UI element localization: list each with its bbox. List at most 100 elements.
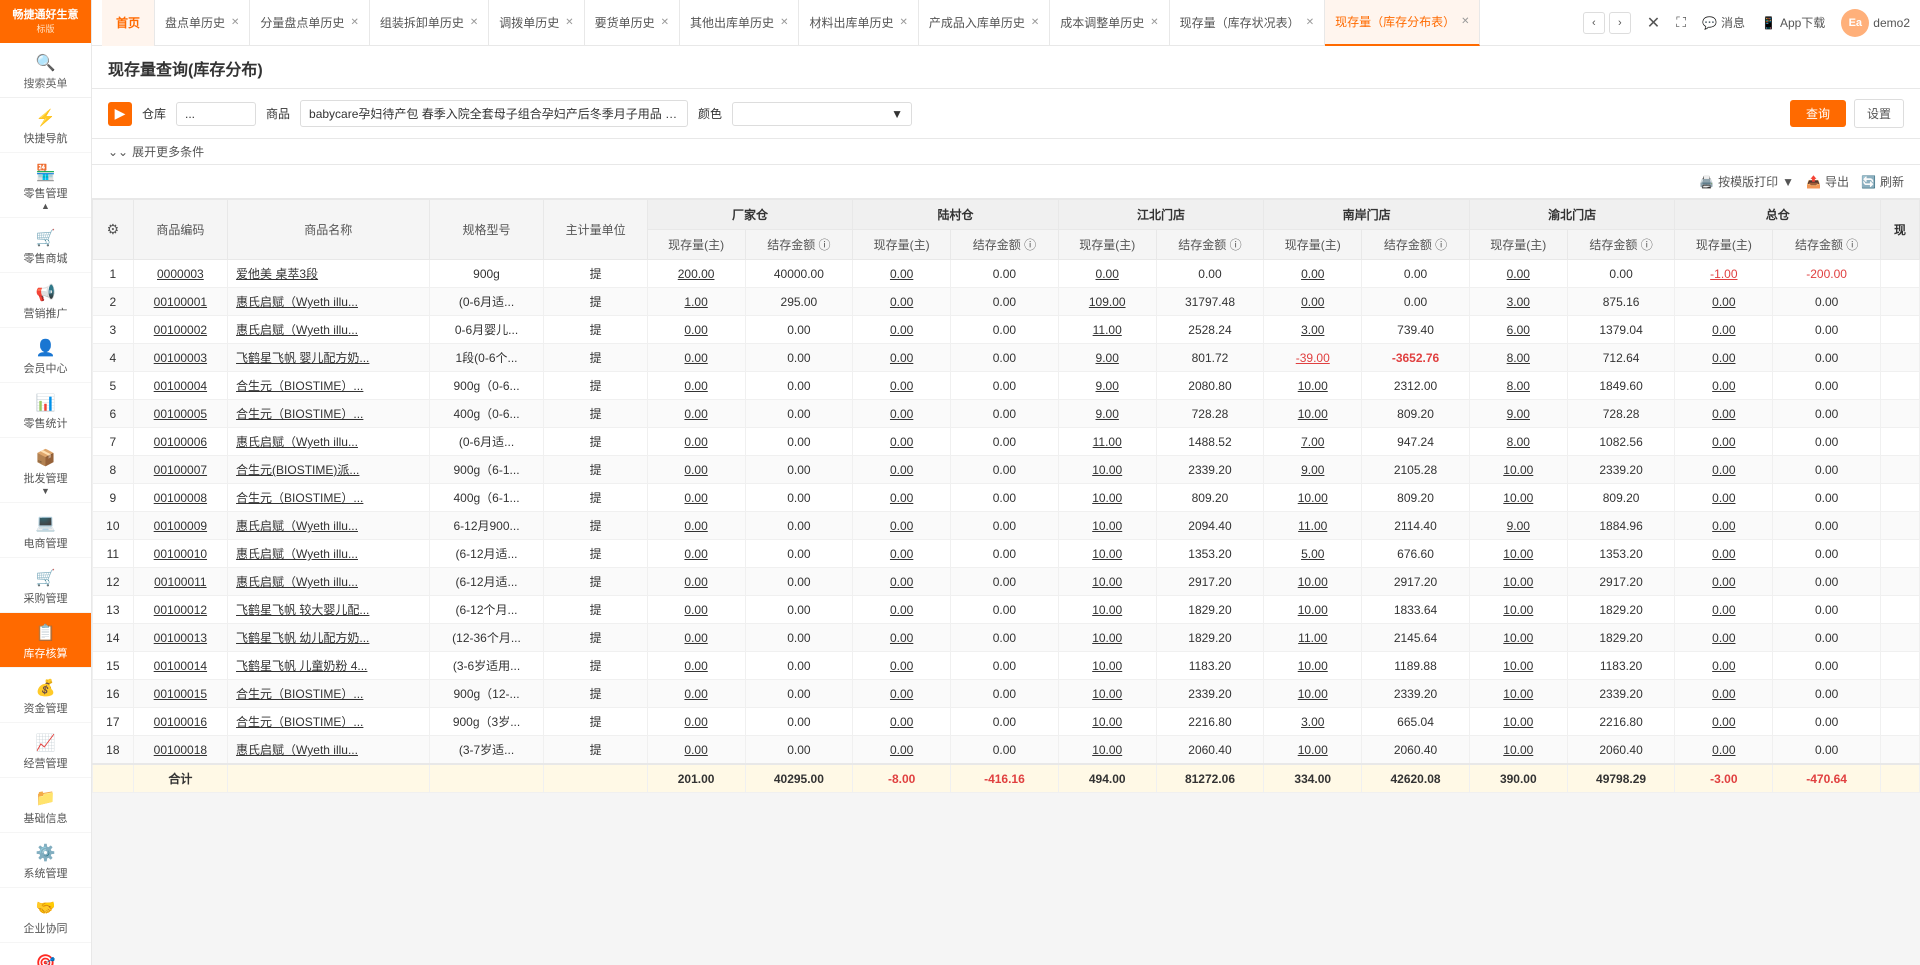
table-cell[interactable]: 0.00 [647,344,745,372]
sidebar-item-guide[interactable]: 🎯 新手引导 [0,943,91,965]
table-cell[interactable]: 0.00 [647,456,745,484]
table-cell[interactable]: 109.00 [1058,288,1156,316]
table-cell[interactable]: 00100003 [133,344,227,372]
table-cell[interactable]: 10.00 [1469,708,1567,736]
table-cell[interactable]: 8.00 [1469,344,1567,372]
table-cell[interactable]: 0.00 [1675,680,1773,708]
table-cell[interactable]: 惠氏启赋（Wyeth illu... [228,316,430,344]
tab-close-icon[interactable]: ✕ [470,17,478,28]
filter-expand-button[interactable]: ▶ [108,102,132,126]
table-cell[interactable]: 0.00 [1675,596,1773,624]
table-cell[interactable]: 00100004 [133,372,227,400]
table-cell[interactable]: 0.00 [853,736,951,765]
table-cell[interactable]: 11.00 [1058,316,1156,344]
table-cell[interactable]: 10.00 [1058,736,1156,765]
table-cell[interactable]: 0.00 [853,540,951,568]
app-download-button[interactable]: 📱 App下载 [1761,14,1825,31]
table-cell[interactable]: 合生元（BIOSTIME）... [228,372,430,400]
table-cell[interactable]: 00100001 [133,288,227,316]
tab-close-icon[interactable]: ✕ [565,17,573,28]
tab-requisition[interactable]: 要货单历史 ✕ [585,0,680,46]
table-cell[interactable]: 合生元（BIOSTIME）... [228,484,430,512]
table-cell[interactable]: -1.00 [1675,260,1773,288]
table-cell[interactable]: 0000003 [133,260,227,288]
table-cell[interactable]: 9.00 [1469,400,1567,428]
table-cell[interactable]: 合生元（BIOSTIME）... [228,708,430,736]
tab-product-inbound[interactable]: 产成品入库单历史 ✕ [919,0,1050,46]
table-cell[interactable]: 00100014 [133,652,227,680]
table-cell[interactable]: 飞鹤星飞帆 幼儿配方奶... [228,624,430,652]
table-cell[interactable]: 00100015 [133,680,227,708]
table-cell[interactable]: 0.00 [1264,260,1362,288]
sidebar-item-retail-mall[interactable]: 🛒 零售商城 [0,218,91,273]
table-cell[interactable]: 00100018 [133,736,227,765]
table-cell[interactable]: 10.00 [1058,568,1156,596]
table-cell[interactable]: 惠氏启赋（Wyeth illu... [228,428,430,456]
gear-icon[interactable]: ⚙ [107,221,120,237]
table-cell[interactable]: 10.00 [1264,736,1362,765]
table-cell[interactable]: 00100011 [133,568,227,596]
warehouse-input[interactable]: ... [176,102,256,126]
table-cell[interactable]: 惠氏启赋（Wyeth illu... [228,568,430,596]
table-cell[interactable]: 10.00 [1058,624,1156,652]
table-cell[interactable]: 10.00 [1264,568,1362,596]
table-cell[interactable]: 合生元（BIOSTIME）... [228,400,430,428]
sidebar-item-retail-mgmt[interactable]: 🏪 零售管理 ▲ [0,153,91,218]
table-cell[interactable]: 0.00 [853,596,951,624]
table-cell[interactable]: 0.00 [1675,624,1773,652]
table-cell[interactable]: 9.00 [1469,512,1567,540]
table-cell[interactable]: 10.00 [1469,624,1567,652]
sidebar-item-finance[interactable]: 💰 资金管理 [0,668,91,723]
table-cell[interactable]: 10.00 [1264,484,1362,512]
table-cell[interactable]: 3.00 [1469,288,1567,316]
tab-next-button[interactable]: › [1609,12,1631,34]
table-cell[interactable]: 9.00 [1264,456,1362,484]
table-cell[interactable]: 0.00 [1675,512,1773,540]
table-cell[interactable]: 10.00 [1264,372,1362,400]
table-cell[interactable]: 0.00 [647,316,745,344]
table-cell[interactable]: 00100007 [133,456,227,484]
tab-close-icon[interactable]: ✕ [231,17,239,28]
table-cell[interactable]: 10.00 [1469,456,1567,484]
sidebar-item-quick-nav[interactable]: ⚡ 快捷导航 [0,98,91,153]
tab-material-outbound[interactable]: 材料出库单历史 ✕ [799,0,918,46]
sidebar-item-inventory[interactable]: 📋 库存核算 [0,613,91,668]
table-cell[interactable]: 11.00 [1264,512,1362,540]
table-cell[interactable]: 11.00 [1058,428,1156,456]
tab-prev-button[interactable]: ‹ [1583,12,1605,34]
table-cell[interactable]: 合生元（BIOSTIME）... [228,680,430,708]
tab-close-icon[interactable]: ✕ [1150,17,1158,28]
setting-button[interactable]: 设置 [1854,99,1904,128]
table-cell[interactable]: 00100009 [133,512,227,540]
table-cell[interactable]: 10.00 [1058,512,1156,540]
tab-stock-status[interactable]: 现存量（库存状况表） ✕ [1170,0,1325,46]
table-cell[interactable]: 飞鹤星飞帆 婴儿配方奶... [228,344,430,372]
tab-close-icon[interactable]: ✕ [1461,16,1469,27]
table-cell[interactable]: 10.00 [1058,540,1156,568]
table-cell[interactable]: 9.00 [1058,400,1156,428]
table-cell[interactable]: 0.00 [647,736,745,765]
user-menu[interactable]: Ea demo2 [1841,9,1910,37]
table-cell[interactable]: 0.00 [647,484,745,512]
table-cell[interactable]: 10.00 [1469,568,1567,596]
table-cell[interactable]: 200.00 [647,260,745,288]
table-cell[interactable]: 0.00 [647,652,745,680]
table-cell[interactable]: 3.00 [1264,708,1362,736]
table-cell[interactable]: 惠氏启赋（Wyeth illu... [228,736,430,765]
table-cell[interactable]: 0.00 [1675,288,1773,316]
table-cell[interactable]: 1.00 [647,288,745,316]
table-cell[interactable]: 00100002 [133,316,227,344]
table-cell[interactable]: 0.00 [853,624,951,652]
table-cell[interactable]: 10.00 [1264,400,1362,428]
table-cell[interactable]: 00100005 [133,400,227,428]
sidebar-item-system[interactable]: ⚙️ 系统管理 [0,833,91,888]
table-cell[interactable]: 合生元(BIOSTIME)派... [228,456,430,484]
table-cell[interactable]: 0.00 [853,344,951,372]
tab-close-icon[interactable]: ✕ [1031,17,1039,28]
table-cell[interactable]: 0.00 [853,512,951,540]
table-cell[interactable]: 10.00 [1469,680,1567,708]
table-cell[interactable]: 00100013 [133,624,227,652]
table-cell[interactable]: 10.00 [1469,652,1567,680]
table-cell[interactable]: 0.00 [1675,568,1773,596]
table-cell[interactable]: 0.00 [647,428,745,456]
